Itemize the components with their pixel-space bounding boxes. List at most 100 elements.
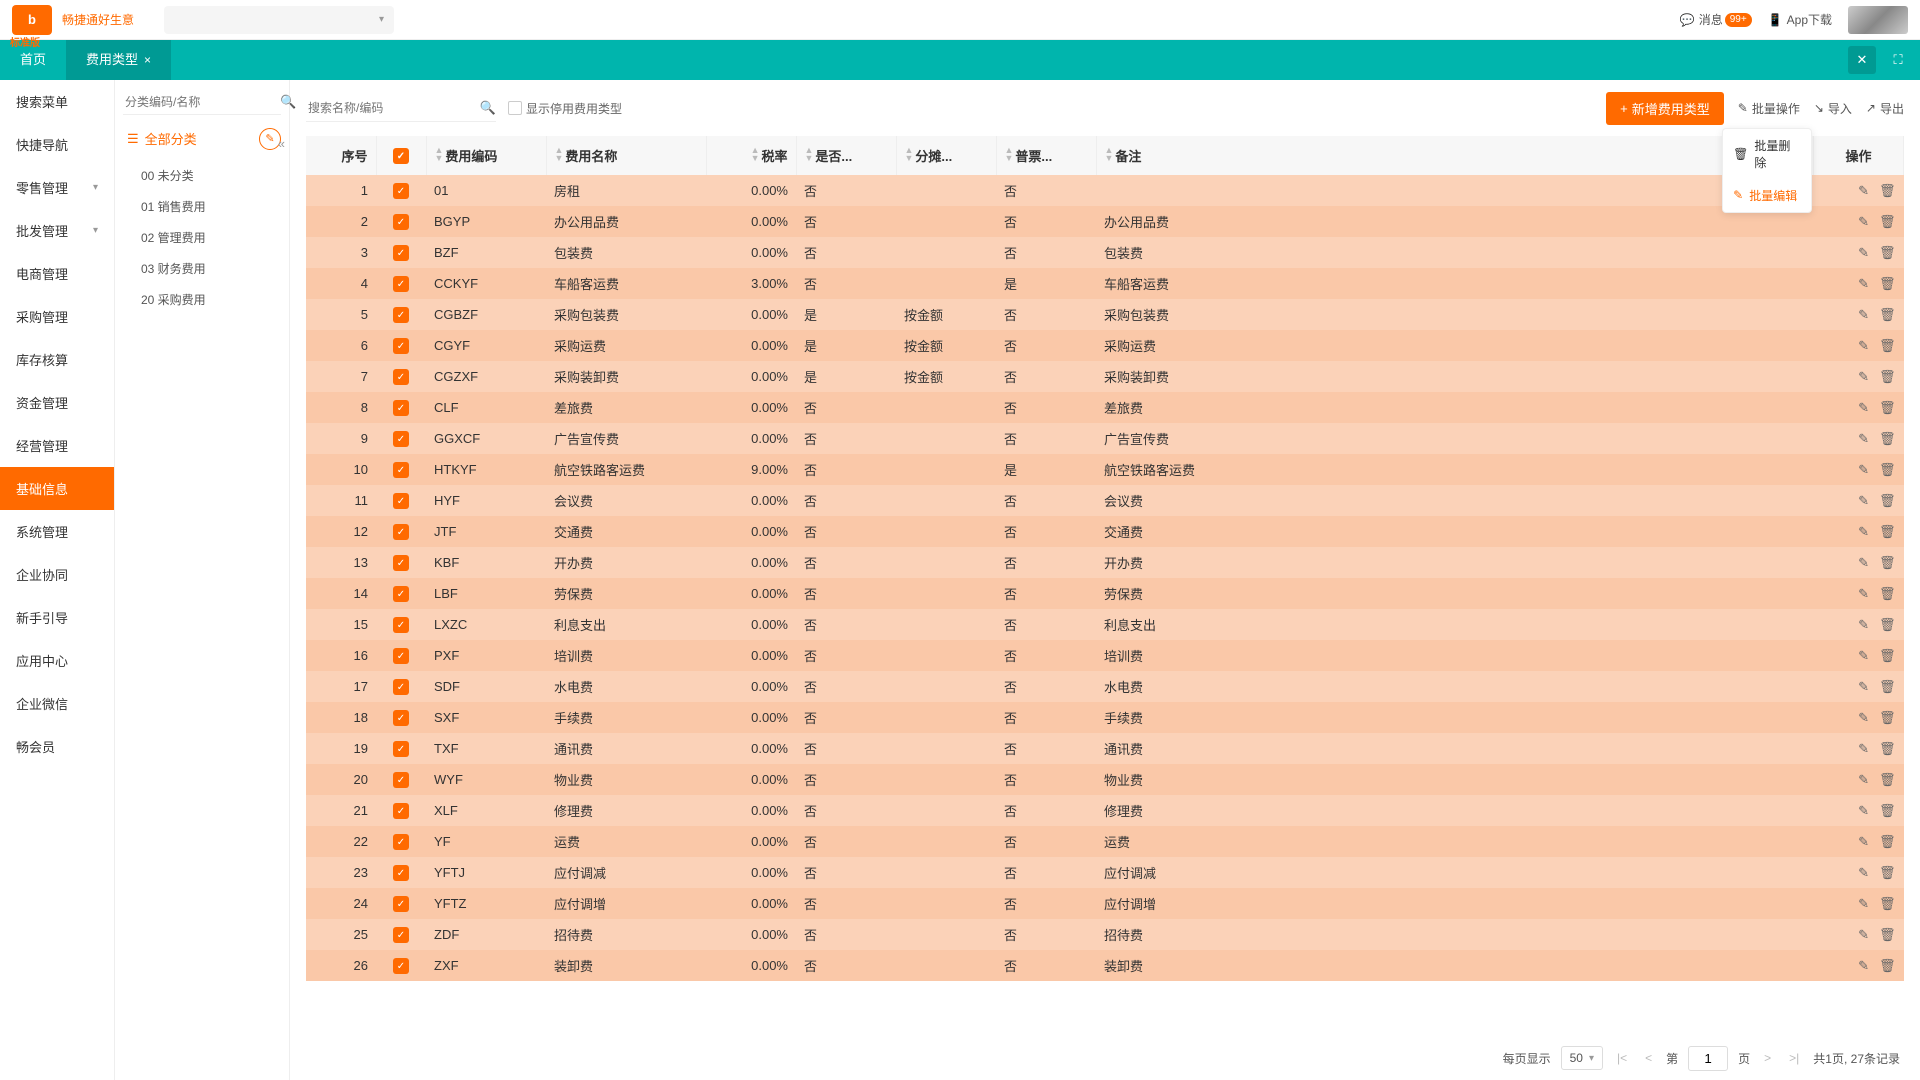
- row-edit-button[interactable]: ✎: [1858, 710, 1869, 726]
- table-row[interactable]: 17✓SDF水电费0.00%否否水电费✎🗑: [306, 671, 1904, 702]
- table-row[interactable]: 4✓CCKYF车船客运费3.00%否是车船客运费✎🗑: [306, 268, 1904, 299]
- row-edit-button[interactable]: ✎: [1858, 958, 1869, 974]
- checkbox-checked-icon[interactable]: ✓: [393, 865, 409, 881]
- row-edit-button[interactable]: ✎: [1858, 338, 1869, 354]
- table-row[interactable]: 10✓HTKYF航空铁路客运费9.00%否是航空铁路客运费✎🗑: [306, 454, 1904, 485]
- row-edit-button[interactable]: ✎: [1858, 648, 1869, 664]
- row-delete-button[interactable]: 🗑: [1879, 710, 1896, 726]
- row-delete-button[interactable]: 🗑: [1879, 648, 1896, 664]
- row-edit-button[interactable]: ✎: [1858, 927, 1869, 943]
- table-row[interactable]: 3✓BZF包装费0.00%否否包装费✎🗑: [306, 237, 1904, 268]
- row-delete-button[interactable]: 🗑: [1879, 338, 1896, 354]
- col-name[interactable]: ▲▼费用名称: [546, 136, 706, 175]
- table-row[interactable]: 24✓YFTZ应付调增0.00%否否应付调增✎🗑: [306, 888, 1904, 919]
- category-search[interactable]: 🔍: [123, 90, 281, 115]
- sidebar-item-6[interactable]: 库存核算: [0, 338, 114, 381]
- col-alloc[interactable]: ▲▼分摊...: [896, 136, 996, 175]
- batch-operations-button[interactable]: ✎ 批量操作: [1738, 100, 1800, 117]
- col-rate[interactable]: ▲▼税率: [706, 136, 796, 175]
- row-edit-button[interactable]: ✎: [1858, 679, 1869, 695]
- tab-close-icon[interactable]: ×: [144, 40, 151, 80]
- sidebar-item-7[interactable]: 资金管理: [0, 381, 114, 424]
- row-delete-button[interactable]: 🗑: [1879, 958, 1896, 974]
- sidebar-item-4[interactable]: 电商管理: [0, 252, 114, 295]
- table-search-input[interactable]: [306, 95, 480, 121]
- checkbox-checked-icon[interactable]: ✓: [393, 555, 409, 571]
- checkbox-checked-icon[interactable]: ✓: [393, 772, 409, 788]
- table-row[interactable]: 6✓CGYF采购运费0.00%是按金额否采购运费✎🗑: [306, 330, 1904, 361]
- first-page-button[interactable]: |<: [1613, 1051, 1631, 1065]
- row-edit-button[interactable]: ✎: [1858, 431, 1869, 447]
- checkbox-checked-icon[interactable]: ✓: [393, 648, 409, 664]
- checkbox-checked-icon[interactable]: ✓: [393, 431, 409, 447]
- col-pz[interactable]: ▲▼普票...: [996, 136, 1096, 175]
- row-edit-button[interactable]: ✎: [1858, 617, 1869, 633]
- category-all[interactable]: ☰ 全部分类: [123, 123, 201, 154]
- row-edit-button[interactable]: ✎: [1858, 183, 1869, 199]
- sidebar-item-13[interactable]: 应用中心: [0, 639, 114, 682]
- row-delete-button[interactable]: 🗑: [1879, 214, 1896, 230]
- checkbox-checked-icon[interactable]: ✓: [393, 617, 409, 633]
- sidebar-item-10[interactable]: 系统管理: [0, 510, 114, 553]
- app-download-button[interactable]: 📱 App下载: [1768, 11, 1832, 28]
- prev-page-button[interactable]: <: [1641, 1051, 1656, 1065]
- table-row[interactable]: 18✓SXF手续费0.00%否否手续费✎🗑: [306, 702, 1904, 733]
- checkbox-checked-icon[interactable]: ✓: [393, 834, 409, 850]
- row-delete-button[interactable]: 🗑: [1879, 555, 1896, 571]
- col-code[interactable]: ▲▼费用编码: [426, 136, 546, 175]
- table-row[interactable]: 5✓CGBZF采购包装费0.00%是按金额否采购包装费✎🗑: [306, 299, 1904, 330]
- row-edit-button[interactable]: ✎: [1858, 493, 1869, 509]
- row-edit-button[interactable]: ✎: [1858, 834, 1869, 850]
- table-row[interactable]: 9✓GGXCF广告宣传费0.00%否否广告宣传费✎🗑: [306, 423, 1904, 454]
- show-disabled-checkbox[interactable]: 显示停用费用类型: [508, 100, 622, 117]
- row-delete-button[interactable]: 🗑: [1879, 896, 1896, 912]
- table-row[interactable]: 16✓PXF培训费0.00%否否培训费✎🗑: [306, 640, 1904, 671]
- table-row[interactable]: 15✓LXZC利息支出0.00%否否利息支出✎🗑: [306, 609, 1904, 640]
- row-edit-button[interactable]: ✎: [1858, 586, 1869, 602]
- category-search-input[interactable]: [125, 95, 280, 109]
- row-edit-button[interactable]: ✎: [1858, 865, 1869, 881]
- row-delete-button[interactable]: 🗑: [1879, 245, 1896, 261]
- category-item-1[interactable]: 01 销售费用: [123, 191, 281, 222]
- row-edit-button[interactable]: ✎: [1858, 214, 1869, 230]
- row-edit-button[interactable]: ✎: [1858, 369, 1869, 385]
- row-delete-button[interactable]: 🗑: [1879, 524, 1896, 540]
- per-page-select[interactable]: 50 ▾: [1561, 1046, 1603, 1070]
- table-row[interactable]: 12✓JTF交通费0.00%否否交通费✎🗑: [306, 516, 1904, 547]
- sidebar-item-9[interactable]: 基础信息: [0, 467, 114, 510]
- row-edit-button[interactable]: ✎: [1858, 772, 1869, 788]
- row-delete-button[interactable]: 🗑: [1879, 865, 1896, 881]
- row-delete-button[interactable]: 🗑: [1879, 183, 1896, 199]
- sidebar-item-14[interactable]: 企业微信: [0, 682, 114, 725]
- row-delete-button[interactable]: 🗑: [1879, 400, 1896, 416]
- messages-button[interactable]: 💬 消息 99+: [1680, 11, 1752, 28]
- checkbox-checked-icon[interactable]: ✓: [393, 276, 409, 292]
- row-delete-button[interactable]: 🗑: [1879, 927, 1896, 943]
- page-input[interactable]: [1688, 1046, 1728, 1071]
- col-yn[interactable]: ▲▼是否...: [796, 136, 896, 175]
- tabbar-close-button[interactable]: ✕: [1848, 46, 1876, 74]
- table-row[interactable]: 26✓ZXF装卸费0.00%否否装卸费✎🗑: [306, 950, 1904, 981]
- row-delete-button[interactable]: 🗑: [1879, 276, 1896, 292]
- sidebar-item-12[interactable]: 新手引导: [0, 596, 114, 639]
- row-edit-button[interactable]: ✎: [1858, 555, 1869, 571]
- table-row[interactable]: 2✓BGYP办公用品费0.00%否否办公用品费✎🗑: [306, 206, 1904, 237]
- export-button[interactable]: ↗ 导出: [1866, 100, 1904, 117]
- row-delete-button[interactable]: 🗑: [1879, 834, 1896, 850]
- checkbox-checked-icon[interactable]: ✓: [393, 927, 409, 943]
- checkbox-checked-icon[interactable]: ✓: [393, 896, 409, 912]
- row-edit-button[interactable]: ✎: [1858, 803, 1869, 819]
- batch-edit-item[interactable]: ✎ 批量编辑: [1723, 179, 1811, 212]
- sidebar-item-8[interactable]: 经营管理: [0, 424, 114, 467]
- table-row[interactable]: 21✓XLF修理费0.00%否否修理费✎🗑: [306, 795, 1904, 826]
- checkbox-checked-icon[interactable]: ✓: [393, 214, 409, 230]
- checkbox-checked-icon[interactable]: ✓: [393, 462, 409, 478]
- next-page-button[interactable]: >: [1760, 1051, 1775, 1065]
- table-row[interactable]: 8✓CLF差旅费0.00%否否差旅费✎🗑: [306, 392, 1904, 423]
- sidebar-item-1[interactable]: 快捷导航: [0, 123, 114, 166]
- row-edit-button[interactable]: ✎: [1858, 462, 1869, 478]
- row-edit-button[interactable]: ✎: [1858, 400, 1869, 416]
- col-index[interactable]: 序号: [306, 136, 376, 175]
- row-delete-button[interactable]: 🗑: [1879, 462, 1896, 478]
- avatar[interactable]: [1848, 6, 1908, 34]
